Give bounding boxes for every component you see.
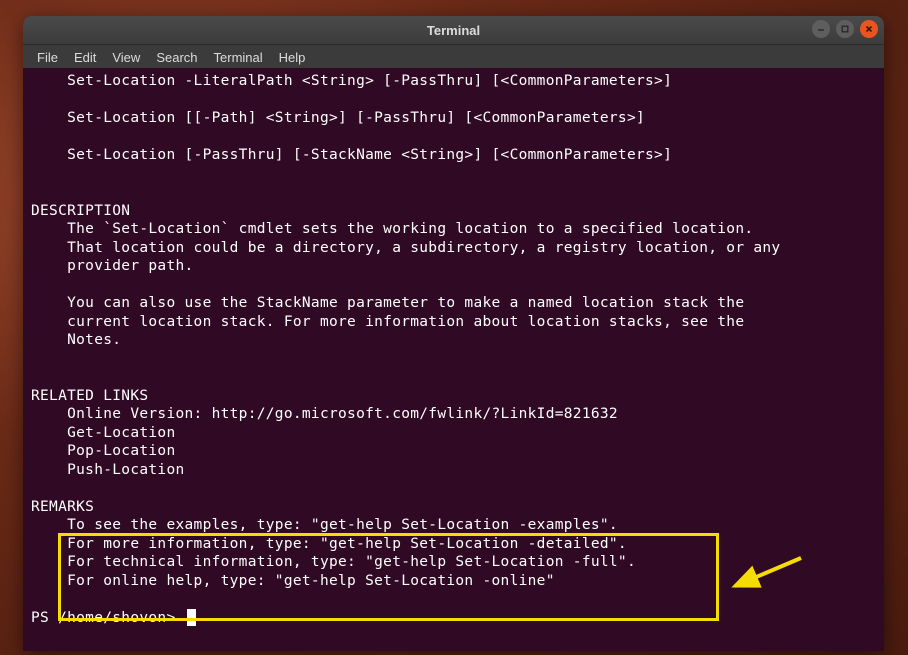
maximize-icon [840,24,850,34]
menu-search[interactable]: Search [148,48,205,67]
related-links-header: RELATED LINKS [31,387,876,406]
remarks-line: For technical information, type: "get-he… [31,553,876,572]
description-line: That location could be a directory, a su… [31,239,876,258]
menu-edit[interactable]: Edit [66,48,104,67]
description-line: Notes. [31,331,876,350]
description-line: The `Set-Location` cmdlet sets the worki… [31,220,876,239]
minimize-icon [816,24,826,34]
remarks-line: To see the examples, type: "get-help Set… [31,516,876,535]
blank-line [31,91,876,110]
description-line: provider path. [31,257,876,276]
remarks-header: REMARKS [31,498,876,517]
blank-line [31,128,876,147]
description-line: You can also use the StackName parameter… [31,294,876,313]
prompt-line[interactable]: PS /home/shovon> [31,609,876,628]
cursor-icon [187,609,196,626]
window-title: Terminal [427,23,480,38]
menu-terminal[interactable]: Terminal [206,48,271,67]
prompt-text: PS /home/shovon> [31,609,185,628]
titlebar[interactable]: Terminal [23,16,884,45]
window-controls [812,20,878,38]
syntax-line-2: Set-Location [[-Path] <String>] [-PassTh… [31,109,876,128]
remarks-line: For more information, type: "get-help Se… [31,535,876,554]
related-link-line: Online Version: http://go.microsoft.com/… [31,405,876,424]
syntax-line-1: Set-Location -LiteralPath <String> [-Pas… [31,72,876,91]
description-header: DESCRIPTION [31,202,876,221]
blank-line [31,165,876,184]
remarks-line: For online help, type: "get-help Set-Loc… [31,572,876,591]
close-icon [864,24,874,34]
blank-line [31,368,876,387]
minimize-button[interactable] [812,20,830,38]
close-button[interactable] [860,20,878,38]
maximize-button[interactable] [836,20,854,38]
blank-line [31,590,876,609]
menu-file[interactable]: File [29,48,66,67]
menu-view[interactable]: View [104,48,148,67]
syntax-line-3: Set-Location [-PassThru] [-StackName <St… [31,146,876,165]
desktop-background: Terminal File Edit View Search Terminal … [0,0,908,655]
terminal-window: Terminal File Edit View Search Terminal … [23,16,884,651]
blank-line [31,276,876,295]
related-link-line: Pop-Location [31,442,876,461]
blank-line [31,183,876,202]
description-line: current location stack. For more informa… [31,313,876,332]
menu-help[interactable]: Help [271,48,314,67]
related-link-line: Get-Location [31,424,876,443]
terminal-viewport[interactable]: Set-Location -LiteralPath <String> [-Pas… [23,68,884,651]
menubar: File Edit View Search Terminal Help [23,45,884,70]
blank-line [31,479,876,498]
related-link-line: Push-Location [31,461,876,480]
blank-line [31,350,876,369]
